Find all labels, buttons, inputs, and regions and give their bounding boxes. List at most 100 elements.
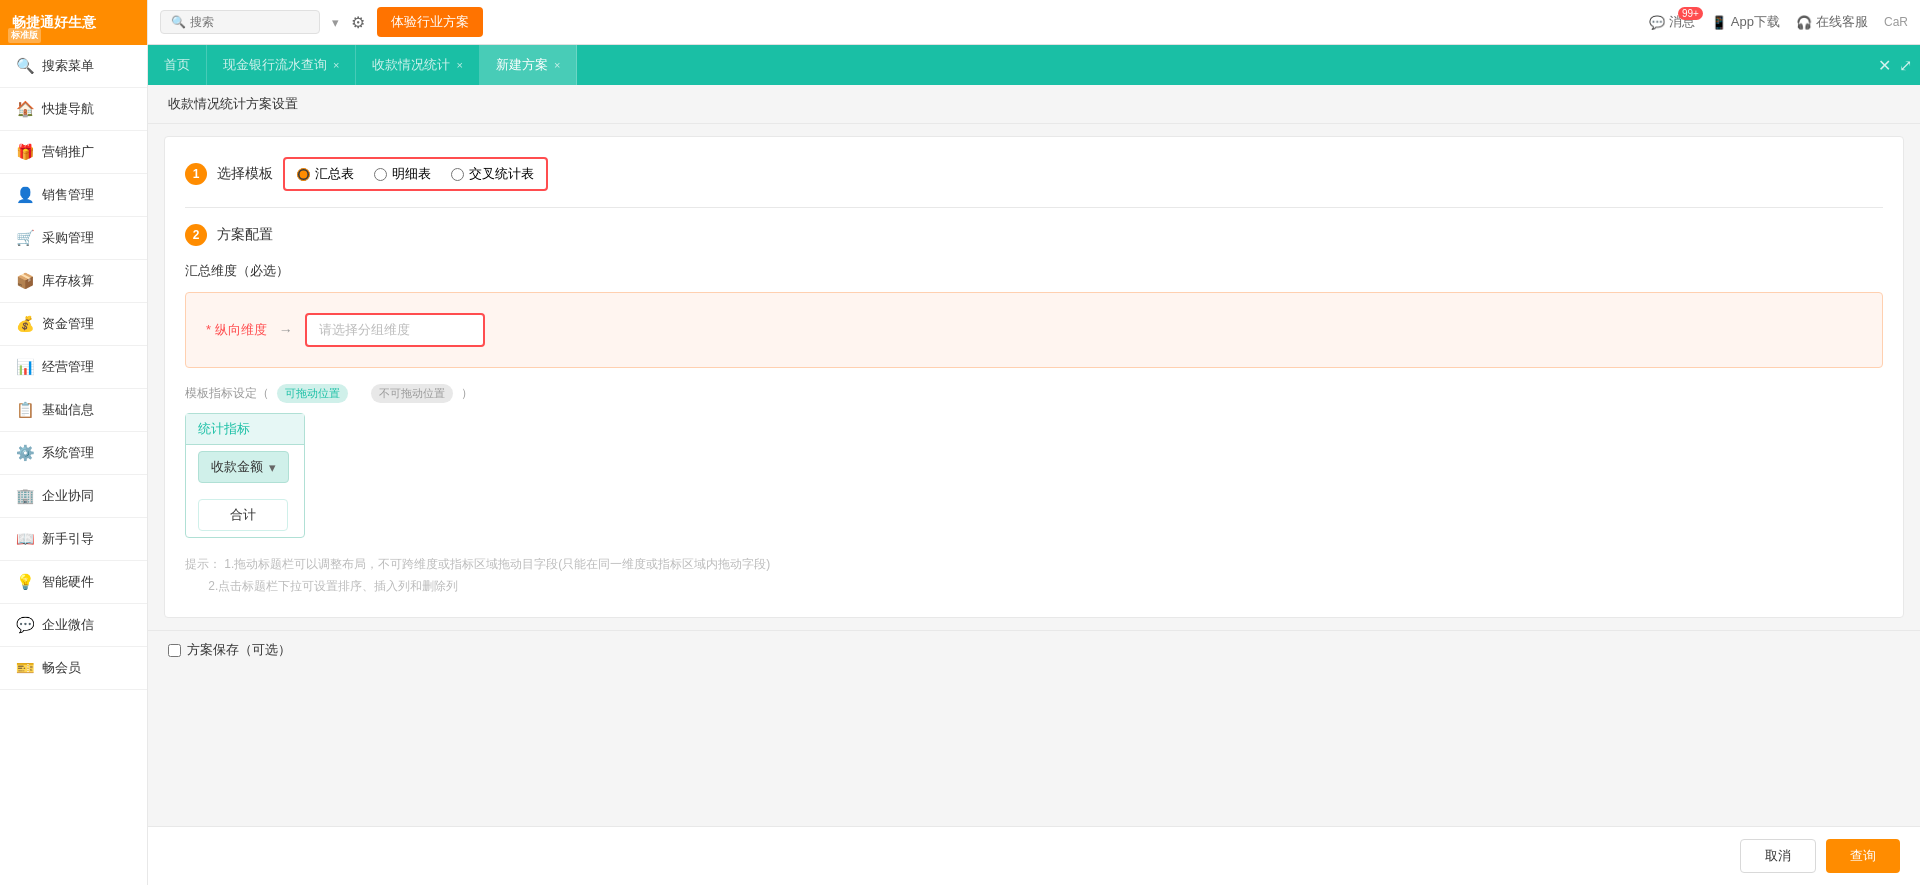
sidebar-label-purchase: 采购管理 — [42, 229, 94, 247]
sidebar-label-smart-hw: 智能硬件 — [42, 573, 94, 591]
industry-btn[interactable]: 体验行业方案 — [377, 7, 483, 37]
sidebar-item-system[interactable]: ⚙️系统管理 — [0, 432, 147, 475]
cancel-button[interactable]: 取消 — [1740, 839, 1816, 873]
tab-label-home: 首页 — [164, 56, 190, 74]
sidebar-label-quick-nav: 快捷导航 — [42, 100, 94, 118]
sidebar-icon-marketing: 🎁 — [16, 143, 34, 161]
service-icon: 🎧 — [1796, 15, 1812, 30]
service-label: 在线客服 — [1816, 13, 1868, 31]
metric-total-label: 合计 — [230, 506, 256, 524]
tab-label-receipts-stats: 收款情况统计 — [372, 56, 450, 74]
metrics-table: 统计指标 收款金额 ▾ 合计 — [185, 413, 305, 538]
radio-summary[interactable]: 汇总表 — [297, 165, 354, 183]
sidebar-label-member: 畅会员 — [42, 659, 81, 677]
stats-label: 统计指标 — [186, 414, 304, 445]
metrics-header-end: ） — [461, 385, 473, 402]
sidebar-logo: 畅捷通好生意 标准版 — [0, 0, 147, 45]
radio-summary-input[interactable] — [297, 168, 310, 181]
dimension-area: * 纵向维度 → 请选择分组维度 — [185, 292, 1883, 368]
save-option[interactable]: 方案保存（可选） — [168, 641, 291, 659]
hint-section: 提示： 1.拖动标题栏可以调整布局，不可跨维度或指标区域拖动目字段(只能在同一维… — [185, 554, 1883, 597]
search-input[interactable] — [190, 15, 290, 29]
radio-cross-input[interactable] — [451, 168, 464, 181]
sidebar-item-basic-info[interactable]: 📋基础信息 — [0, 389, 147, 432]
sidebar-item-search-menu[interactable]: 🔍搜索菜单 — [0, 45, 147, 88]
sidebar-item-capital[interactable]: 💰 资金管理 — [0, 303, 147, 346]
dimension-select[interactable]: 请选择分组维度 — [305, 313, 485, 347]
sidebar-items-container: 🔍搜索菜单🏠快捷导航🎁营销推广👤销售管理🛒采购管理📦库存核算 💰 资金管理 📊 经营管理… — [0, 45, 147, 690]
close-tab-icon[interactable]: ✕ — [1878, 56, 1891, 75]
sidebar-item-enterprise[interactable]: 🏢企业协同 — [0, 475, 147, 518]
sidebar-item-purchase[interactable]: 🛒采购管理 — [0, 217, 147, 260]
sidebar-label-newbie: 新手引导 — [42, 530, 94, 548]
topbar: 🔍 ▾ ⚙ 体验行业方案 💬 消息 99+ 📱 App下载 🎧 在线客服 CaR — [148, 0, 1920, 45]
query-button[interactable]: 查询 — [1826, 839, 1900, 873]
radio-detail-input[interactable] — [374, 168, 387, 181]
tab-new-plan[interactable]: 新建方案 × — [480, 45, 577, 85]
sidebar-icon-operations: 📊 — [16, 358, 34, 376]
sidebar-item-inventory[interactable]: 📦库存核算 — [0, 260, 147, 303]
sidebar-item-newbie[interactable]: 📖新手引导 — [0, 518, 147, 561]
sidebar-label-operations: 经营管理 — [42, 358, 94, 376]
tab-bank-flow[interactable]: 现金银行流水查询 × — [207, 45, 356, 85]
version-tag: 标准版 — [8, 28, 41, 43]
sidebar-label-system: 系统管理 — [42, 444, 94, 462]
sidebar-item-sales[interactable]: 👤销售管理 — [0, 174, 147, 217]
metric-card[interactable]: 收款金额 ▾ — [198, 451, 289, 483]
sidebar-item-marketing[interactable]: 🎁营销推广 — [0, 131, 147, 174]
sidebar-icon-sales: 👤 — [16, 186, 34, 204]
tab-home[interactable]: 首页 — [148, 45, 207, 85]
sidebar-icon-weixin: 💬 — [16, 616, 34, 634]
metric-dropdown-icon: ▾ — [269, 460, 276, 475]
draggable-badge: 可拖动位置 — [277, 384, 348, 403]
download-icon: 📱 — [1711, 15, 1727, 30]
metric-total-row: 合计 — [186, 489, 304, 537]
radio-cross[interactable]: 交叉统计表 — [451, 165, 534, 183]
sidebar-item-weixin[interactable]: 💬企业微信 — [0, 604, 147, 647]
tab-close-new-plan[interactable]: × — [554, 59, 560, 71]
sidebar-icon-capital: 💰 — [16, 315, 34, 333]
action-bar: 取消 查询 — [148, 826, 1920, 885]
sidebar-item-operations[interactable]: 📊 经营管理 — [0, 346, 147, 389]
messages-badge: 99+ — [1678, 7, 1703, 20]
save-checkbox[interactable] — [168, 644, 181, 657]
metrics-section: 模板指标设定（ 可拖动位置 不可拖动位置 ） 统计指标 收款金额 ▾ — [185, 384, 1883, 538]
tab-label-bank-flow: 现金银行流水查询 — [223, 56, 327, 74]
topbar-search-box[interactable]: 🔍 — [160, 10, 320, 34]
spacer — [148, 669, 1920, 826]
sidebar-label-search-menu: 搜索菜单 — [42, 57, 94, 75]
sidebar-label-capital: 资金管理 — [42, 315, 94, 333]
save-label: 方案保存（可选） — [187, 641, 291, 659]
metric-total: 合计 — [198, 499, 288, 531]
sidebar-icon-inventory: 📦 — [16, 272, 34, 290]
sidebar-item-quick-nav[interactable]: 🏠快捷导航 — [0, 88, 147, 131]
content-area: 收款情况统计方案设置 1 选择模板 汇总表 明细表 — [148, 85, 1920, 826]
search-icon: 🔍 — [171, 15, 186, 29]
dimension-row: * 纵向维度 → 请选择分组维度 — [206, 313, 1862, 347]
topbar-arrow-icon[interactable]: ▾ — [332, 15, 339, 30]
topbar-gear-icon[interactable]: ⚙ — [351, 13, 365, 32]
form-section: 1 选择模板 汇总表 明细表 交叉统计表 — [164, 136, 1904, 618]
radio-detail[interactable]: 明细表 — [374, 165, 431, 183]
tabs-container: 首页现金银行流水查询 ×收款情况统计 ×新建方案 × — [148, 45, 577, 85]
service-btn[interactable]: 🎧 在线客服 — [1796, 13, 1868, 31]
dimension-arrow-icon: → — [279, 322, 293, 338]
summary-dim-label: 汇总维度（必选） — [185, 262, 1883, 280]
sidebar-icon-basic-info: 📋 — [16, 401, 34, 419]
sidebar-item-smart-hw[interactable]: 💡智能硬件 — [0, 561, 147, 604]
sidebar-label-enterprise: 企业协同 — [42, 487, 94, 505]
metrics-header-label: 模板指标设定（ — [185, 385, 269, 402]
step1-num: 1 — [185, 163, 207, 185]
user-name[interactable]: CaR — [1884, 15, 1908, 29]
tab-close-bank-flow[interactable]: × — [333, 59, 339, 71]
non-draggable-badge: 不可拖动位置 — [371, 384, 453, 403]
messages-btn[interactable]: 💬 消息 99+ — [1649, 13, 1695, 31]
maximize-icon[interactable]: ⤢ — [1899, 56, 1912, 75]
download-btn[interactable]: 📱 App下载 — [1711, 13, 1780, 31]
sidebar-icon-member: 🎫 — [16, 659, 34, 677]
step2-header: 2 方案配置 — [185, 224, 1883, 246]
tab-receipts-stats[interactable]: 收款情况统计 × — [356, 45, 479, 85]
sidebar-item-member[interactable]: 🎫 畅会员 — [0, 647, 147, 690]
radio-summary-label: 汇总表 — [315, 165, 354, 183]
tab-close-receipts-stats[interactable]: × — [456, 59, 462, 71]
